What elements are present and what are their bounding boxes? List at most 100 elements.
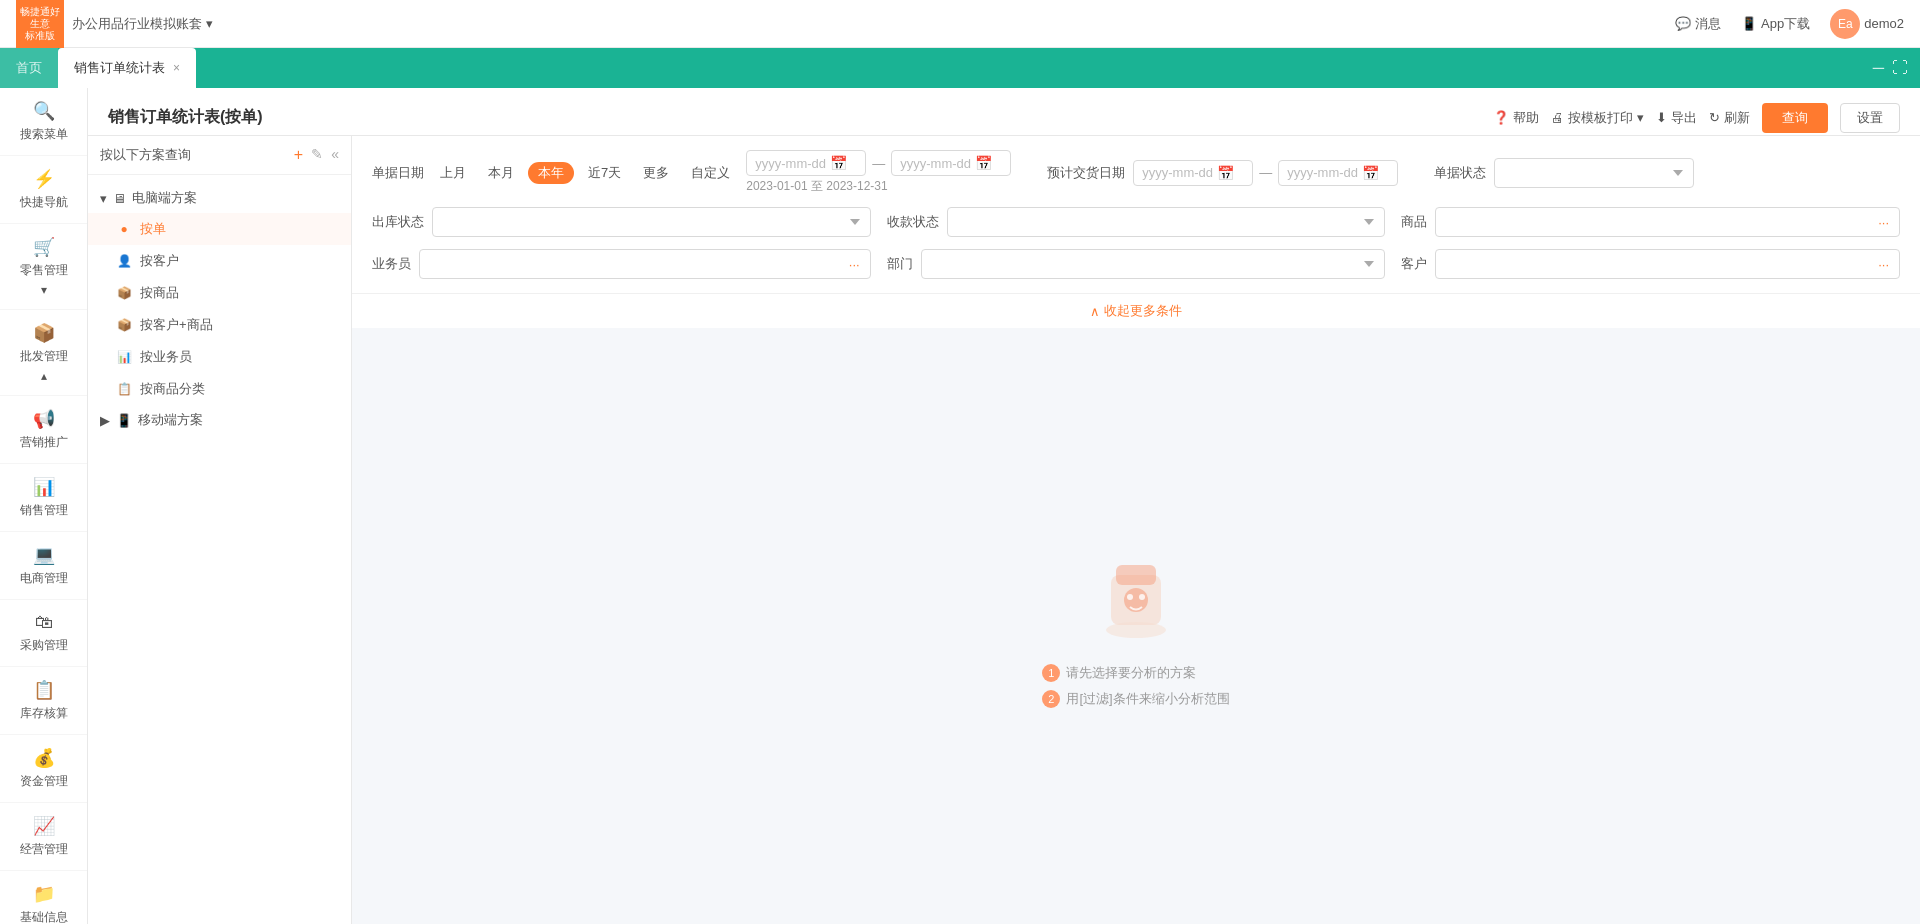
shortcut-this-year[interactable]: 本年 xyxy=(528,162,574,184)
mobile-group-arrow-icon: ▶ xyxy=(100,413,110,428)
collapse-bar[interactable]: ∧ 收起更多条件 xyxy=(352,293,1920,328)
sidebar-item-inventory[interactable]: 📋 库存核算 xyxy=(0,667,87,735)
goods-filter-label: 商品 xyxy=(1401,213,1427,231)
scheme-item-by-salesperson[interactable]: 📊 按业务员 xyxy=(88,341,351,373)
pc-scheme-group[interactable]: ▾ 🖥 电脑端方案 xyxy=(88,183,351,213)
customer-filter-group: 客户 ··· xyxy=(1401,249,1900,279)
svg-point-5 xyxy=(1139,594,1145,600)
sidebar-item-ecommerce[interactable]: 💻 电商管理 xyxy=(0,532,87,600)
customer-dots[interactable]: ··· xyxy=(1878,257,1889,272)
scheme-by-cg-icon: 📦 xyxy=(116,317,132,333)
empty-hint-1: 1 请先选择要分析的方案 xyxy=(1042,664,1229,682)
filter-row-1: 单据日期 上月 本月 本年 近7天 更多 自定义 xyxy=(372,150,1900,195)
sales-icon: 📊 xyxy=(33,476,55,498)
exp-end-cal-icon: 📅 xyxy=(1362,165,1379,181)
left-panel-header: 按以下方案查询 + ✎ « xyxy=(88,136,351,175)
scheme-item-by-category[interactable]: 📋 按商品分类 xyxy=(88,373,351,405)
shortcut-last-month[interactable]: 上月 xyxy=(432,162,474,184)
expected-date-label: 预计交货日期 xyxy=(1047,164,1125,182)
collapse-panel-icon[interactable]: « xyxy=(331,146,339,164)
top-bar: 畅捷通好生意 标准版 办公用品行业模拟账套 ▾ 💬 消息 📱 App下载 Ea … xyxy=(0,0,1920,48)
ecommerce-icon: 💻 xyxy=(33,544,55,566)
sidebar-item-sales[interactable]: 📊 销售管理 xyxy=(0,464,87,532)
tab-bar-actions: ─ ⛶ xyxy=(1873,59,1920,77)
department-select[interactable] xyxy=(921,249,1386,279)
scheme-by-cat-icon: 📋 xyxy=(116,381,132,397)
sidebar-item-marketing[interactable]: 📢 营销推广 xyxy=(0,396,87,464)
department-filter-group: 部门 xyxy=(887,249,1386,279)
goods-filter-group: 商品 ··· xyxy=(1401,207,1900,237)
query-button[interactable]: 查询 xyxy=(1762,103,1828,133)
shortcut-7days[interactable]: 近7天 xyxy=(580,162,629,184)
hint-num-1: 1 xyxy=(1042,664,1060,682)
message-btn[interactable]: 💬 消息 xyxy=(1675,15,1721,33)
sidebar: 🔍 搜索菜单 ⚡ 快捷导航 🛒 零售管理 ▾ 📦 批发管理 ▴ 📢 营销推广 📊… xyxy=(0,88,88,924)
expected-date-divider: — xyxy=(1259,165,1272,180)
tab-sales-report[interactable]: 销售订单统计表 × xyxy=(58,48,196,88)
salesperson-input[interactable]: ··· xyxy=(419,249,871,279)
scheme-item-by-doc[interactable]: ● 按单 xyxy=(88,213,351,245)
doc-status-group: 单据状态 xyxy=(1434,158,1900,188)
customer-input[interactable]: ··· xyxy=(1435,249,1900,279)
window-maximize-icon[interactable]: ⛶ xyxy=(1892,59,1908,77)
inventory-icon: 📋 xyxy=(33,679,55,701)
scheme-list: ▾ 🖥 电脑端方案 ● 按单 👤 按客户 📦 按商品 xyxy=(88,175,351,443)
scheme-item-by-customer[interactable]: 👤 按客户 xyxy=(88,245,351,277)
operations-icon: 📈 xyxy=(33,815,55,837)
shortcut-custom[interactable]: 自定义 xyxy=(683,162,738,184)
start-date-input[interactable]: yyyy-mm-dd 📅 xyxy=(746,150,866,176)
expected-end-date[interactable]: yyyy-mm-dd 📅 xyxy=(1278,160,1398,186)
shortcut-more[interactable]: 更多 xyxy=(635,162,677,184)
mobile-group-icon: 📱 xyxy=(116,413,132,428)
sidebar-item-basic-info[interactable]: 📁 基础信息 xyxy=(0,871,87,924)
sidebar-item-quick-nav[interactable]: ⚡ 快捷导航 xyxy=(0,156,87,224)
sidebar-item-search[interactable]: 🔍 搜索菜单 xyxy=(0,88,87,156)
sidebar-item-finance[interactable]: 💰 资金管理 xyxy=(0,735,87,803)
tab-close-icon[interactable]: × xyxy=(173,61,180,75)
doc-status-select[interactable] xyxy=(1494,158,1694,188)
print-icon: 🖨 xyxy=(1551,110,1564,125)
payment-status-select[interactable] xyxy=(947,207,1386,237)
left-panel: 按以下方案查询 + ✎ « ▾ 🖥 电脑端方案 ● 按单 xyxy=(88,136,352,924)
edit-scheme-icon[interactable]: ✎ xyxy=(311,146,323,164)
refresh-btn[interactable]: ↻ 刷新 xyxy=(1709,109,1750,127)
empty-svg xyxy=(1086,545,1186,645)
exp-start-cal-icon: 📅 xyxy=(1217,165,1234,181)
sidebar-item-wholesale[interactable]: 📦 批发管理 ▴ xyxy=(0,310,87,396)
print-btn[interactable]: 🖨 按模板打印 ▾ xyxy=(1551,109,1644,127)
empty-state: 1 请先选择要分析的方案 2 用[过滤]条件来缩小分析范围 xyxy=(352,328,1920,924)
filter-row-3: 业务员 ··· 部门 xyxy=(372,249,1900,279)
industry-selector[interactable]: 办公用品行业模拟账套 ▾ xyxy=(72,15,213,33)
empty-hint-2: 2 用[过滤]条件来缩小分析范围 xyxy=(1042,690,1229,708)
expected-start-date[interactable]: yyyy-mm-dd 📅 xyxy=(1133,160,1253,186)
date-range-display: 2023-01-01 至 2023-12-31 xyxy=(746,178,1011,195)
user-profile[interactable]: Ea demo2 xyxy=(1830,9,1904,39)
add-scheme-icon[interactable]: + xyxy=(294,146,303,164)
retail-icon: 🛒 xyxy=(33,236,55,258)
department-label: 部门 xyxy=(887,255,913,273)
sidebar-item-operations[interactable]: 📈 经营管理 xyxy=(0,803,87,871)
salesperson-dots[interactable]: ··· xyxy=(849,257,860,272)
scheme-item-by-customer-goods[interactable]: 📦 按客户+商品 xyxy=(88,309,351,341)
setting-button[interactable]: 设置 xyxy=(1840,103,1900,133)
app-download-btn[interactable]: 📱 App下载 xyxy=(1741,15,1810,33)
tab-home[interactable]: 首页 xyxy=(0,48,58,88)
end-date-input[interactable]: yyyy-mm-dd 📅 xyxy=(891,150,1011,176)
retail-arrow-icon: ▾ xyxy=(41,283,47,297)
collapse-up-icon: ∧ xyxy=(1090,304,1100,319)
goods-input[interactable]: ··· xyxy=(1435,207,1900,237)
mobile-scheme-group[interactable]: ▶ 📱 移动端方案 xyxy=(88,405,351,435)
delivery-status-select[interactable] xyxy=(432,207,871,237)
shortcut-this-month[interactable]: 本月 xyxy=(480,162,522,184)
window-minimize-icon[interactable]: ─ xyxy=(1873,59,1884,77)
sidebar-item-purchase[interactable]: 🛍 采购管理 xyxy=(0,600,87,667)
date-input-group: yyyy-mm-dd 📅 — yyyy-mm-dd 📅 xyxy=(746,150,1011,176)
export-btn[interactable]: ⬇ 导出 xyxy=(1656,109,1697,127)
sidebar-item-retail[interactable]: 🛒 零售管理 ▾ xyxy=(0,224,87,310)
scheme-item-by-goods[interactable]: 📦 按商品 xyxy=(88,277,351,309)
scheme-by-goods-icon: 📦 xyxy=(116,285,132,301)
goods-dots[interactable]: ··· xyxy=(1878,215,1889,230)
print-dropdown-icon: ▾ xyxy=(1637,110,1644,125)
top-bar-right: 💬 消息 📱 App下载 Ea demo2 xyxy=(1675,9,1904,39)
help-btn[interactable]: ❓ 帮助 xyxy=(1493,109,1539,127)
